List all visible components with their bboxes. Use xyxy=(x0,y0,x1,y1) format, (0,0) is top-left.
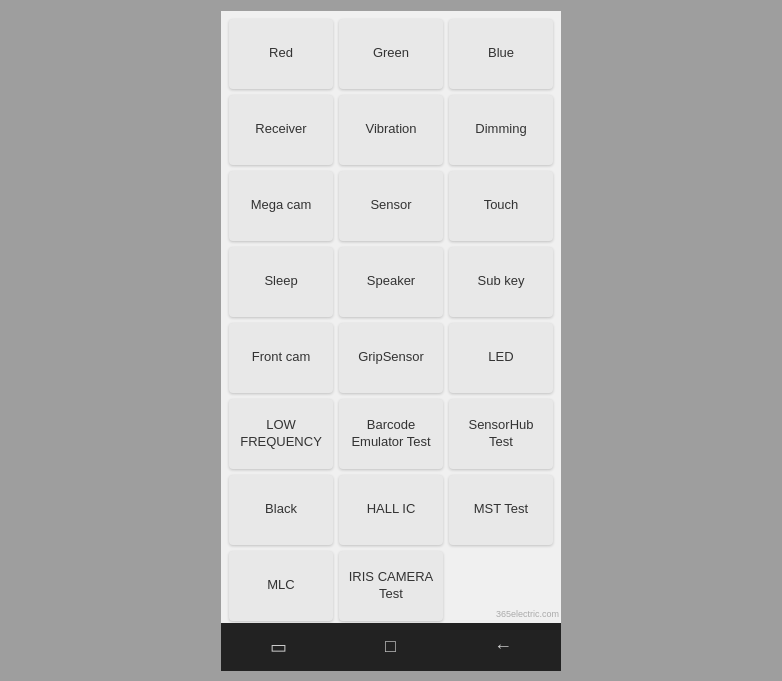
back-icon[interactable]: ← xyxy=(494,636,512,657)
test-button-12[interactable]: Front cam xyxy=(229,323,333,393)
test-button-22[interactable]: IRIS CAMERA Test xyxy=(339,551,443,621)
test-button-13[interactable]: GripSensor xyxy=(339,323,443,393)
test-button-2[interactable]: Blue xyxy=(449,19,553,89)
test-button-16[interactable]: Barcode Emulator Test xyxy=(339,399,443,469)
test-button-9[interactable]: Sleep xyxy=(229,247,333,317)
navbar: ▭ □ ← xyxy=(221,623,561,671)
test-button-7[interactable]: Sensor xyxy=(339,171,443,241)
test-button-15[interactable]: LOW FREQUENCY xyxy=(229,399,333,469)
test-button-0[interactable]: Red xyxy=(229,19,333,89)
test-button-6[interactable]: Mega cam xyxy=(229,171,333,241)
recent-apps-icon[interactable]: ▭ xyxy=(270,636,287,658)
test-button-20[interactable]: MST Test xyxy=(449,475,553,545)
test-button-8[interactable]: Touch xyxy=(449,171,553,241)
test-button-14[interactable]: LED xyxy=(449,323,553,393)
test-button-18[interactable]: Black xyxy=(229,475,333,545)
test-button-1[interactable]: Green xyxy=(339,19,443,89)
home-icon[interactable]: □ xyxy=(385,636,396,657)
test-button-5[interactable]: Dimming xyxy=(449,95,553,165)
test-button-19[interactable]: HALL IC xyxy=(339,475,443,545)
test-button-3[interactable]: Receiver xyxy=(229,95,333,165)
test-button-10[interactable]: Speaker xyxy=(339,247,443,317)
button-grid: RedGreenBlue ReceiverVibrationDimming Mega… xyxy=(229,19,553,621)
scroll-area: RedGreenBlue ReceiverVibrationDimming Mega… xyxy=(221,11,561,623)
phone-container: RedGreenBlue ReceiverVibrationDimming Mega… xyxy=(221,11,561,671)
test-button-17[interactable]: SensorHub Test xyxy=(449,399,553,469)
test-button-4[interactable]: Vibration xyxy=(339,95,443,165)
test-button-21[interactable]: MLC xyxy=(229,551,333,621)
test-button-11[interactable]: Sub key xyxy=(449,247,553,317)
